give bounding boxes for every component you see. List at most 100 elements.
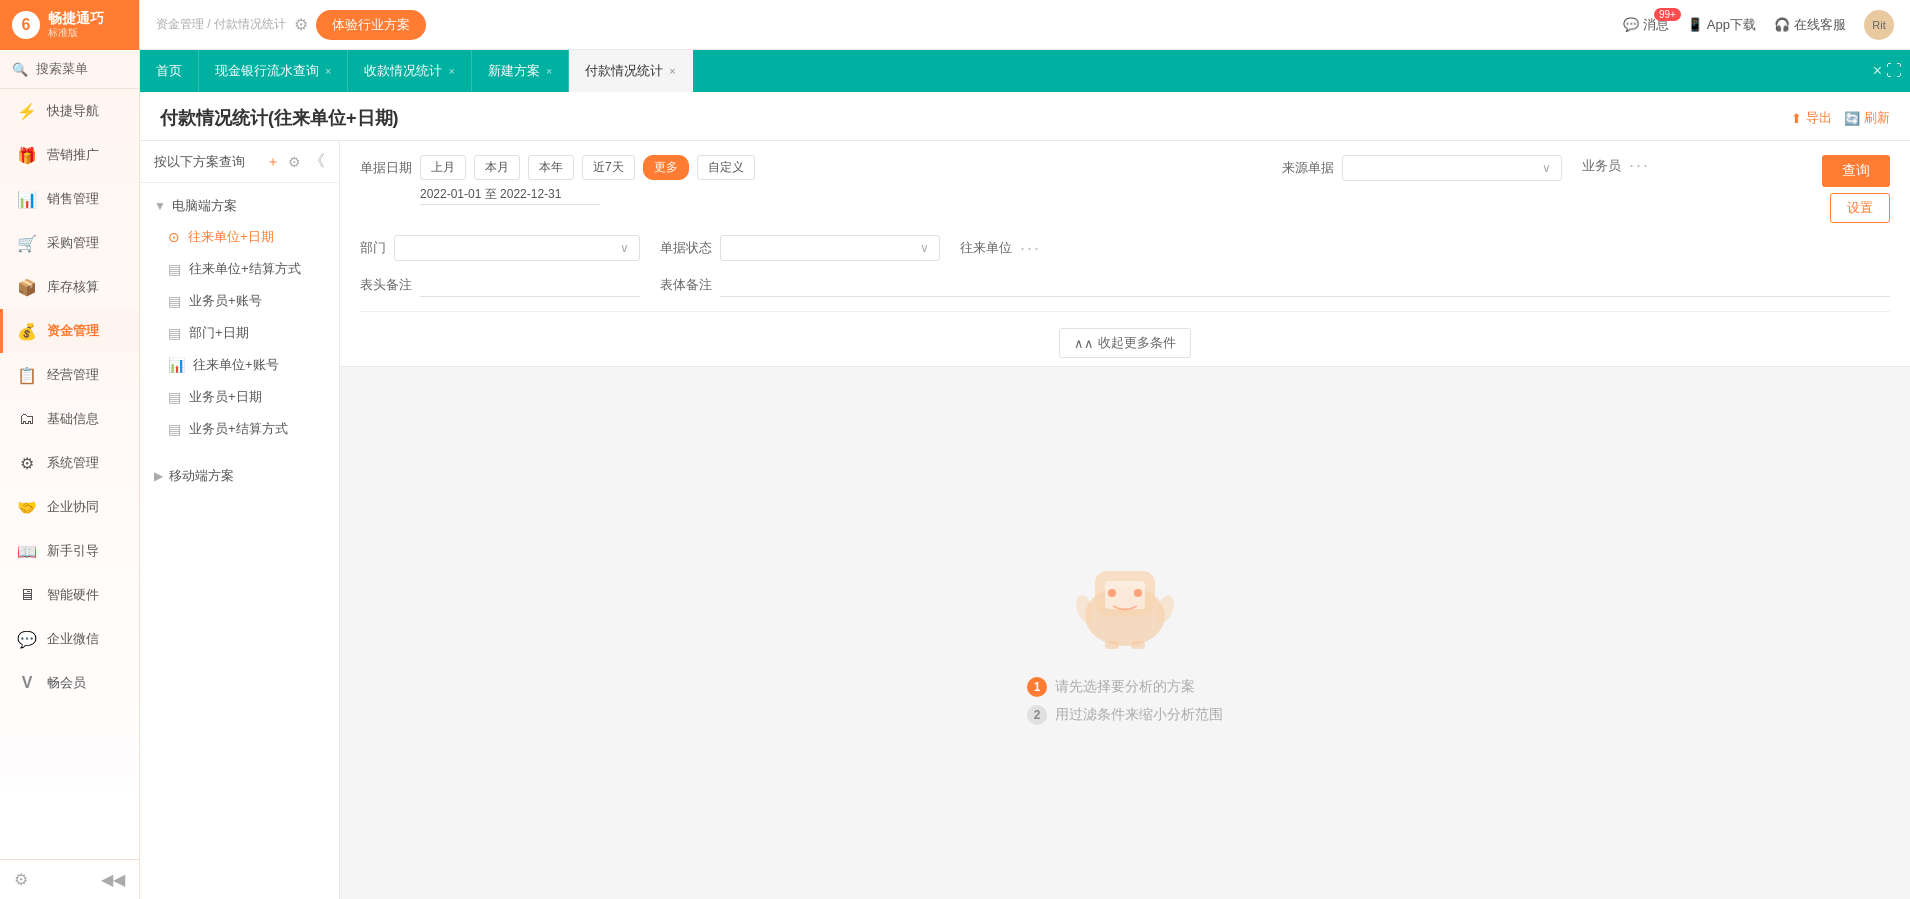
table-header-note-input[interactable] xyxy=(420,273,640,297)
tab-expand-icon[interactable]: ⛶ xyxy=(1886,62,1902,80)
sidebar-item-system[interactable]: ⚙ 系统管理 xyxy=(0,441,139,485)
service-btn[interactable]: 🎧 在线客服 xyxy=(1774,16,1846,34)
collapse-btn[interactable]: ∧∧ 收起更多条件 xyxy=(1059,328,1191,358)
scheme-item-staff-account[interactable]: ▤ 业务员+账号 xyxy=(140,285,339,317)
sidebar-item-vip[interactable]: V 畅会员 xyxy=(0,661,139,705)
tab-payment-stat[interactable]: 付款情况统计 × xyxy=(569,50,692,92)
tab-new-scheme[interactable]: 新建方案 × xyxy=(472,50,569,92)
sidebar-item-inventory[interactable]: 📦 库存核算 xyxy=(0,265,139,309)
date-btn-7days[interactable]: 近7天 xyxy=(582,155,635,180)
sidebar-settings-icon[interactable]: ⚙ xyxy=(14,870,28,889)
source-label: 来源单据 xyxy=(1282,159,1334,177)
finance-icon: 💰 xyxy=(17,321,37,341)
scheme-item-dept-date[interactable]: ▤ 部门+日期 xyxy=(140,317,339,349)
sidebar-item-collab[interactable]: 🤝 企业协同 xyxy=(0,485,139,529)
empty-texts: 1 请先选择要分析的方案 2 用过滤条件来缩小分析范围 xyxy=(1027,677,1223,725)
mobile-group-arrow: ▶ xyxy=(154,469,163,483)
sidebar-item-wechat[interactable]: 💬 企业微信 xyxy=(0,617,139,661)
table-body-note-label: 表体备注 xyxy=(660,276,712,294)
query-btn[interactable]: 查询 xyxy=(1822,155,1890,187)
export-btn[interactable]: ⬆ 导出 xyxy=(1791,109,1832,127)
scheme-item-unit-account[interactable]: 📊 往来单位+账号 xyxy=(140,349,339,381)
avatar[interactable]: Rit xyxy=(1864,10,1894,40)
tab-close-all-icon[interactable]: × xyxy=(1873,62,1882,80)
tab-close-payment-stat[interactable]: × xyxy=(669,65,675,77)
scheme-panel-header: 按以下方案查询 ＋ ⚙ 《 xyxy=(140,141,339,183)
salesman-label: 业务员 xyxy=(1582,157,1621,175)
doc-status-select-arrow: ∨ xyxy=(920,241,929,255)
mobile-group-header[interactable]: ▶ 移动端方案 xyxy=(140,461,339,491)
sidebar-collapse-icon[interactable]: ◀◀ xyxy=(101,870,125,889)
date-btn-this-month[interactable]: 本月 xyxy=(474,155,520,180)
scheme-collapse-icon[interactable]: 《 xyxy=(309,151,325,172)
doc-status-select[interactable]: ∨ xyxy=(720,235,940,261)
date-btn-custom[interactable]: 自定义 xyxy=(697,155,755,180)
breadcrumb: 资金管理 / 付款情况统计 xyxy=(156,16,286,33)
scheme-add-icon[interactable]: ＋ xyxy=(266,153,280,171)
empty-step-2: 2 用过滤条件来缩小分析范围 xyxy=(1027,705,1223,725)
filter-settings-btn[interactable]: 设置 xyxy=(1830,193,1890,223)
right-content: 单据日期 上月 本月 本年 近7天 更多 自定义 xyxy=(340,141,1910,899)
scheme-item-icon-3: ▤ xyxy=(168,325,181,341)
refresh-btn[interactable]: 🔄 刷新 xyxy=(1844,109,1890,127)
message-icon: 💬 xyxy=(1623,17,1639,32)
topbar-settings-icon[interactable]: ⚙ xyxy=(294,15,308,34)
tab-close-bank-flow[interactable]: × xyxy=(325,65,331,77)
sidebar-bottom: ⚙ ◀◀ xyxy=(0,859,139,899)
sidebar-item-purchase[interactable]: 🛒 采购管理 xyxy=(0,221,139,265)
scheme-settings-icon[interactable]: ⚙ xyxy=(288,154,301,170)
date-btn-more[interactable]: 更多 xyxy=(643,155,689,180)
body-area: 按以下方案查询 ＋ ⚙ 《 ▼ 电脑端方案 ⊙ 往来单位+日期 xyxy=(140,141,1910,899)
source-select[interactable]: ∨ xyxy=(1342,155,1562,181)
message-btn[interactable]: 💬 消息 99+ xyxy=(1623,16,1669,34)
collapse-icon: ∧∧ xyxy=(1074,336,1094,351)
operation-icon: 📋 xyxy=(17,365,37,385)
quick-nav-icon: ⚡ xyxy=(17,101,37,121)
sidebar-item-basic[interactable]: 🗂 基础信息 xyxy=(0,397,139,441)
step-1-num: 1 xyxy=(1027,677,1047,697)
tab-close-collection-stat[interactable]: × xyxy=(448,65,454,77)
salesman-dots[interactable]: ··· xyxy=(1629,155,1650,176)
sidebar-item-quick-nav[interactable]: ⚡ 快捷导航 xyxy=(0,89,139,133)
wechat-icon: 💬 xyxy=(17,629,37,649)
trial-btn[interactable]: 体验行业方案 xyxy=(316,10,426,40)
scheme-item-unit-date[interactable]: ⊙ 往来单位+日期 xyxy=(140,221,339,253)
date-btn-this-year[interactable]: 本年 xyxy=(528,155,574,180)
scheme-item-unit-settle[interactable]: ▤ 往来单位+结算方式 xyxy=(140,253,339,285)
sidebar-item-operation[interactable]: 📋 经营管理 xyxy=(0,353,139,397)
pc-group-header[interactable]: ▼ 电脑端方案 xyxy=(140,191,339,221)
sidebar-item-sales[interactable]: 📊 销售管理 xyxy=(0,177,139,221)
topbar-left: 资金管理 / 付款情况统计 ⚙ 体验行业方案 xyxy=(156,10,426,40)
date-range-input[interactable] xyxy=(420,186,600,205)
sidebar-item-finance[interactable]: 💰 资金管理 xyxy=(0,309,139,353)
filter-row-1: 单据日期 上月 本月 本年 近7天 更多 自定义 xyxy=(360,155,1890,223)
tab-close-new-scheme[interactable]: × xyxy=(546,65,552,77)
sidebar-item-marketing[interactable]: 🎁 营销推广 xyxy=(0,133,139,177)
filter-row-2: 部门 ∨ 单据状态 ∨ xyxy=(360,235,1890,261)
date-btn-last-month[interactable]: 上月 xyxy=(420,155,466,180)
filter-row-3: 表头备注 表体备注 xyxy=(360,273,1890,297)
scheme-item-staff-settle[interactable]: ▤ 业务员+结算方式 xyxy=(140,413,339,445)
source-filter: 来源单据 ∨ xyxy=(1282,155,1562,181)
tab-bank-flow[interactable]: 现金银行流水查询 × xyxy=(199,50,348,92)
pc-group-arrow: ▼ xyxy=(154,199,166,213)
refresh-icon: 🔄 xyxy=(1844,111,1860,126)
page-actions: ⬆ 导出 🔄 刷新 xyxy=(1791,109,1890,127)
page-header: 付款情况统计(往来单位+日期) ⬆ 导出 🔄 刷新 xyxy=(140,92,1910,141)
sidebar-item-smart[interactable]: 🖥 智能硬件 xyxy=(0,573,139,617)
page-title-row: 付款情况统计(往来单位+日期) ⬆ 导出 🔄 刷新 xyxy=(160,106,1890,140)
app-download-btn[interactable]: 📱 App下载 xyxy=(1687,16,1756,34)
dept-select[interactable]: ∨ xyxy=(394,235,640,261)
table-body-note-input[interactable] xyxy=(720,273,1890,297)
related-unit-dots[interactable]: ··· xyxy=(1020,238,1041,259)
sidebar-item-guide[interactable]: 📖 新手引导 xyxy=(0,529,139,573)
related-unit-filter: 往来单位 ··· xyxy=(960,238,1890,259)
search-menu[interactable]: 🔍 搜索菜单 xyxy=(0,50,139,89)
tabbar-controls: × ⛶ xyxy=(1865,50,1910,92)
scheme-item-icon-4: 📊 xyxy=(168,357,185,373)
scheme-item-staff-date[interactable]: ▤ 业务员+日期 xyxy=(140,381,339,413)
tab-home[interactable]: 首页 xyxy=(140,50,199,92)
related-unit-label: 往来单位 xyxy=(960,239,1012,257)
tab-collection-stat[interactable]: 收款情况统计 × xyxy=(348,50,471,92)
system-icon: ⚙ xyxy=(17,453,37,473)
